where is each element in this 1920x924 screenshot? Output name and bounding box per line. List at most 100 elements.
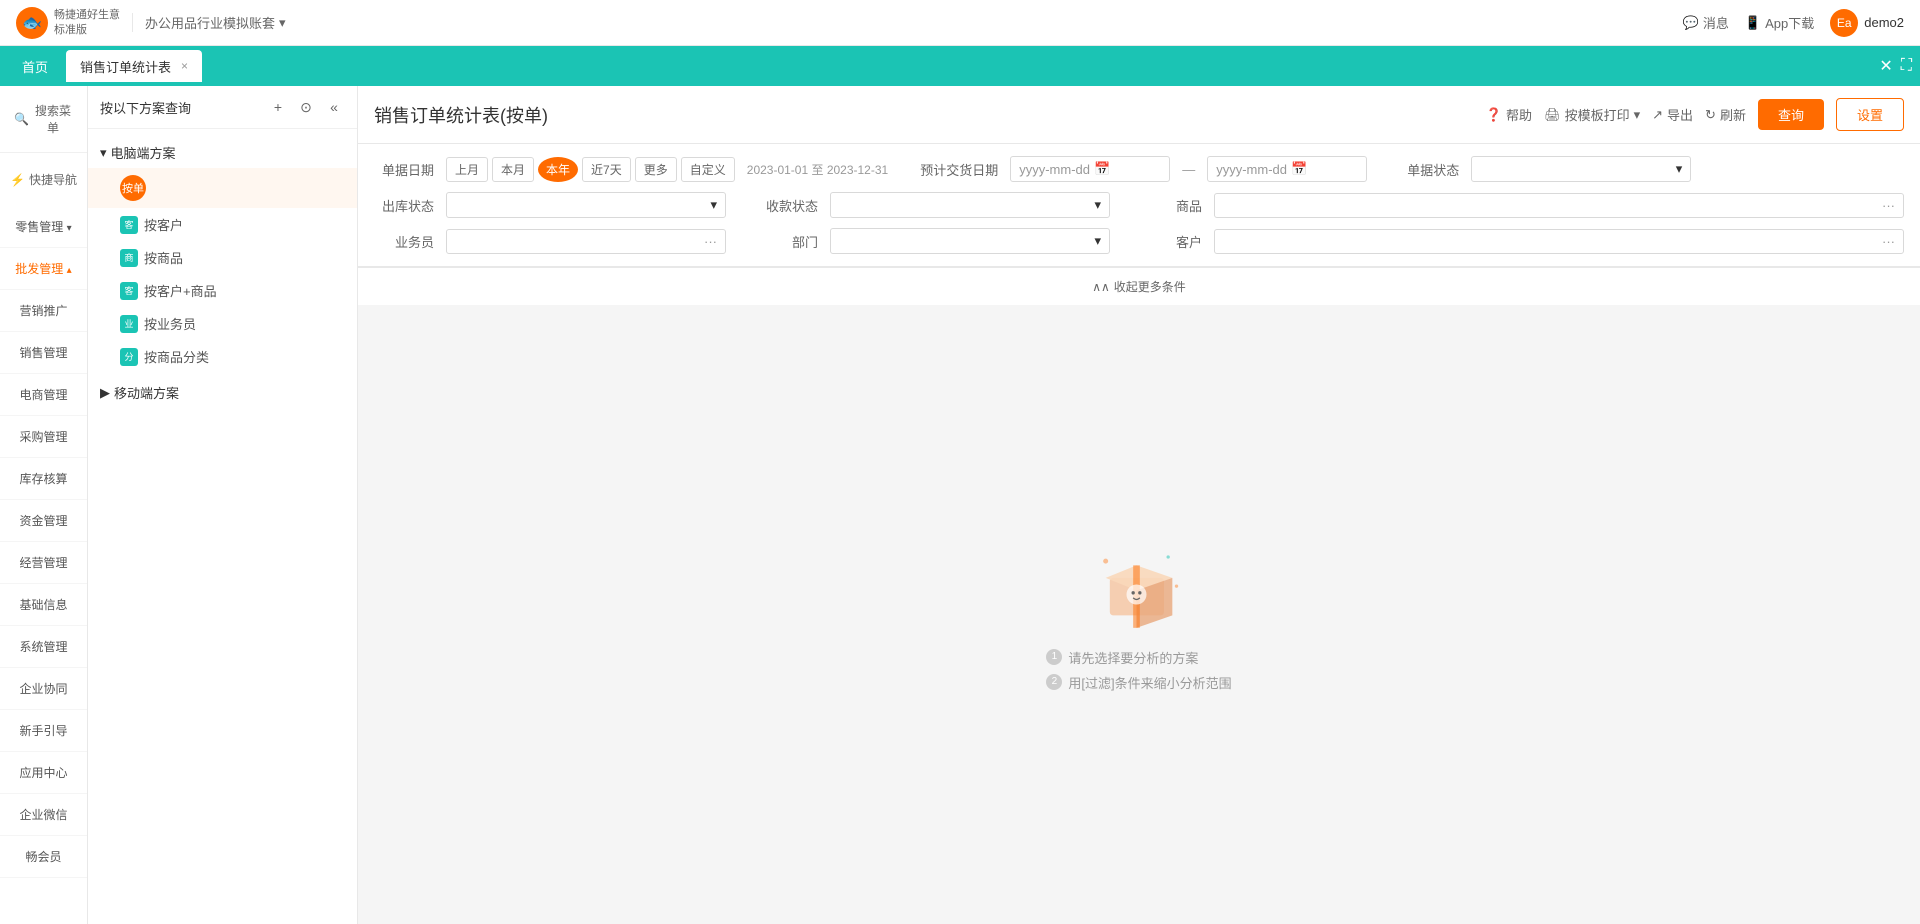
data-area: 1 请先选择要分析的方案 2 用[过滤]条件来缩小分析范围: [358, 305, 1920, 924]
sidebar-menu: 零售管理 ▾ 批发管理 ▴ 营销推广 销售管理 电商管理 采购管理 库存核算: [0, 206, 87, 878]
scheme-icon-by-order: 按单: [120, 175, 146, 201]
scheme-item-by-salesperson[interactable]: 业 按业务员: [88, 307, 357, 340]
refresh-button[interactable]: ↻ 刷新: [1705, 105, 1746, 124]
customer-select[interactable]: ···: [1214, 229, 1904, 254]
tree-group-desktop-header[interactable]: ▾ 电脑端方案: [88, 137, 357, 168]
help-button[interactable]: ❓ 帮助: [1486, 105, 1532, 124]
delivery-date-start[interactable]: yyyy-mm-dd 📅: [1010, 156, 1170, 182]
scheme-icon-by-goods: 商: [120, 249, 138, 267]
collapse-panel-button[interactable]: «: [323, 96, 345, 118]
nav-icon: ⚡: [10, 173, 25, 187]
sidebar-item-retail[interactable]: 零售管理 ▾: [0, 206, 87, 248]
sidebar-item-basic-info[interactable]: 基础信息: [0, 584, 87, 626]
sidebar-item-sales[interactable]: 销售管理: [0, 332, 87, 374]
shipment-select[interactable]: ▾: [446, 192, 726, 218]
goods-select[interactable]: ···: [1214, 193, 1904, 218]
export-button[interactable]: ↗ 导出: [1652, 105, 1693, 124]
delivery-date-label: 预计交货日期: [920, 160, 998, 179]
settings-scheme-button[interactable]: ⊙: [295, 96, 317, 118]
goods-label: 商品: [1142, 196, 1202, 215]
chevron-up-icon: ▴: [67, 265, 72, 276]
tab-home[interactable]: 首页: [8, 50, 62, 82]
tab-close-icon[interactable]: ×: [181, 59, 188, 73]
sidebar-item-enterprise[interactable]: 企业协同: [0, 668, 87, 710]
sidebar-item-wechat[interactable]: 企业微信: [0, 794, 87, 836]
user-name: demo2: [1864, 15, 1904, 30]
tab-sales-stats[interactable]: 销售订单统计表 ×: [66, 50, 202, 82]
chevron-down-icon: ▾: [279, 15, 286, 31]
empty-state: 1 请先选择要分析的方案 2 用[过滤]条件来缩小分析范围: [1046, 532, 1231, 698]
tab-bar-left: 首页 销售订单统计表 ×: [8, 50, 202, 82]
chevron-down-icon: ▾: [710, 197, 717, 213]
maximize-icon[interactable]: ⛶: [1901, 57, 1912, 75]
sidebar-item-ecommerce[interactable]: 电商管理: [0, 374, 87, 416]
main-layout: 🔍 搜索菜单 ⚡ 快捷导航 零售管理 ▾ 批发管理 ▴ 营销推广 销售管理: [0, 86, 1920, 924]
chevron-down-icon: ▾: [1676, 161, 1683, 177]
date-btn-more[interactable]: 更多: [635, 157, 677, 182]
content-area: 按以下方案查询 + ⊙ « ▾ 电脑端方案 按单: [88, 86, 1920, 924]
payment-select[interactable]: ▾: [830, 192, 1110, 218]
chevron-right-icon: ▶: [100, 385, 110, 401]
app-selector[interactable]: 办公用品行业模拟账套 ▾: [132, 13, 286, 32]
settings-button[interactable]: 设置: [1836, 98, 1904, 131]
print-button[interactable]: 🖨 按模板打印 ▾: [1544, 105, 1640, 124]
delivery-date-end[interactable]: yyyy-mm-dd 📅: [1207, 156, 1367, 182]
top-bar-left: 🐟 畅捷通好生意 标准版 办公用品行业模拟账套 ▾: [16, 7, 286, 39]
sidebar-item-finance[interactable]: 资金管理: [0, 500, 87, 542]
collapse-button[interactable]: ∧∧ 收起更多条件: [1086, 272, 1192, 301]
scheme-item-by-goods[interactable]: 商 按商品: [88, 241, 357, 274]
sidebar-item-purchase[interactable]: 采购管理: [0, 416, 87, 458]
chevron-right-icon: ▾: [67, 223, 72, 234]
salesperson-more-icon: ···: [704, 234, 717, 249]
date-btn-custom[interactable]: 自定义: [681, 157, 735, 182]
payment-label: 收款状态: [758, 196, 818, 215]
top-bar: 🐟 畅捷通好生意 标准版 办公用品行业模拟账套 ▾ 💬 消息 📱 App下载 E…: [0, 0, 1920, 46]
scheme-icon-by-salesperson: 业: [120, 315, 138, 333]
department-select[interactable]: ▾: [830, 228, 1110, 254]
sidebar-item-marketing[interactable]: 营销推广: [0, 290, 87, 332]
date-btn-last-month[interactable]: 上月: [446, 157, 488, 182]
filter-row-2: 出库状态 ▾ 收款状态 ▾ 商品 ···: [374, 192, 1904, 218]
tab-bar-right: ✕ ⛶: [1879, 56, 1912, 76]
sidebar-item-guide[interactable]: 新手引导: [0, 710, 87, 752]
salesperson-select[interactable]: ···: [446, 229, 726, 254]
quick-nav-button[interactable]: ⚡ 快捷导航: [0, 161, 87, 198]
status-select[interactable]: ▾: [1471, 156, 1691, 182]
close-window-icon[interactable]: ✕: [1879, 56, 1892, 76]
query-button[interactable]: 查询: [1758, 99, 1824, 130]
scheme-item-by-category[interactable]: 分 按商品分类: [88, 340, 357, 373]
download-icon: 📱: [1745, 15, 1761, 31]
sidebar-item-member[interactable]: 畅会员: [0, 836, 87, 878]
tree-group-mobile: ▶ 移动端方案: [88, 377, 357, 408]
scheme-icon-by-customer-goods: 客: [120, 282, 138, 300]
date-btn-this-month[interactable]: 本月: [492, 157, 534, 182]
page-header: 销售订单统计表(按单) ❓ 帮助 🖨 按模板打印 ▾ ↗ 导出: [358, 86, 1920, 144]
print-icon: 🖨: [1544, 107, 1561, 123]
customer-label: 客户: [1142, 232, 1202, 251]
scheme-item-by-order[interactable]: 按单: [88, 168, 357, 208]
sidebar-item-system[interactable]: 系统管理: [0, 626, 87, 668]
date-btn-7days[interactable]: 近7天: [582, 157, 631, 182]
page-actions: ❓ 帮助 🖨 按模板打印 ▾ ↗ 导出 ↻ 刷新: [1486, 98, 1904, 131]
scheme-item-by-customer[interactable]: 客 按客户: [88, 208, 357, 241]
sidebar-item-operation[interactable]: 经营管理: [0, 542, 87, 584]
user-area[interactable]: Ea demo2: [1830, 9, 1904, 37]
message-button[interactable]: 💬 消息: [1683, 13, 1729, 32]
tree-group-mobile-header[interactable]: ▶ 移动端方案: [88, 377, 357, 408]
status-label: 单据状态: [1399, 160, 1459, 179]
search-menu-button[interactable]: 🔍 搜索菜单: [8, 96, 79, 142]
panel-title: 按以下方案查询: [100, 98, 261, 117]
date-btn-this-year[interactable]: 本年: [538, 157, 578, 182]
sidebar-item-wholesale[interactable]: 批发管理 ▴: [0, 248, 87, 290]
empty-illustration: [1089, 532, 1189, 632]
chevron-down-icon: ▾: [100, 145, 107, 161]
app-download-button[interactable]: 📱 App下载: [1745, 13, 1814, 32]
calendar-icon-end: 📅: [1291, 161, 1307, 177]
refresh-icon: ↻: [1705, 107, 1716, 123]
chevron-down-icon: ▾: [1094, 197, 1101, 213]
customer-more-icon: ···: [1882, 234, 1895, 249]
sidebar-item-inventory[interactable]: 库存核算: [0, 458, 87, 500]
scheme-item-by-customer-goods[interactable]: 客 按客户+商品: [88, 274, 357, 307]
sidebar-item-app-center[interactable]: 应用中心: [0, 752, 87, 794]
add-scheme-button[interactable]: +: [267, 96, 289, 118]
